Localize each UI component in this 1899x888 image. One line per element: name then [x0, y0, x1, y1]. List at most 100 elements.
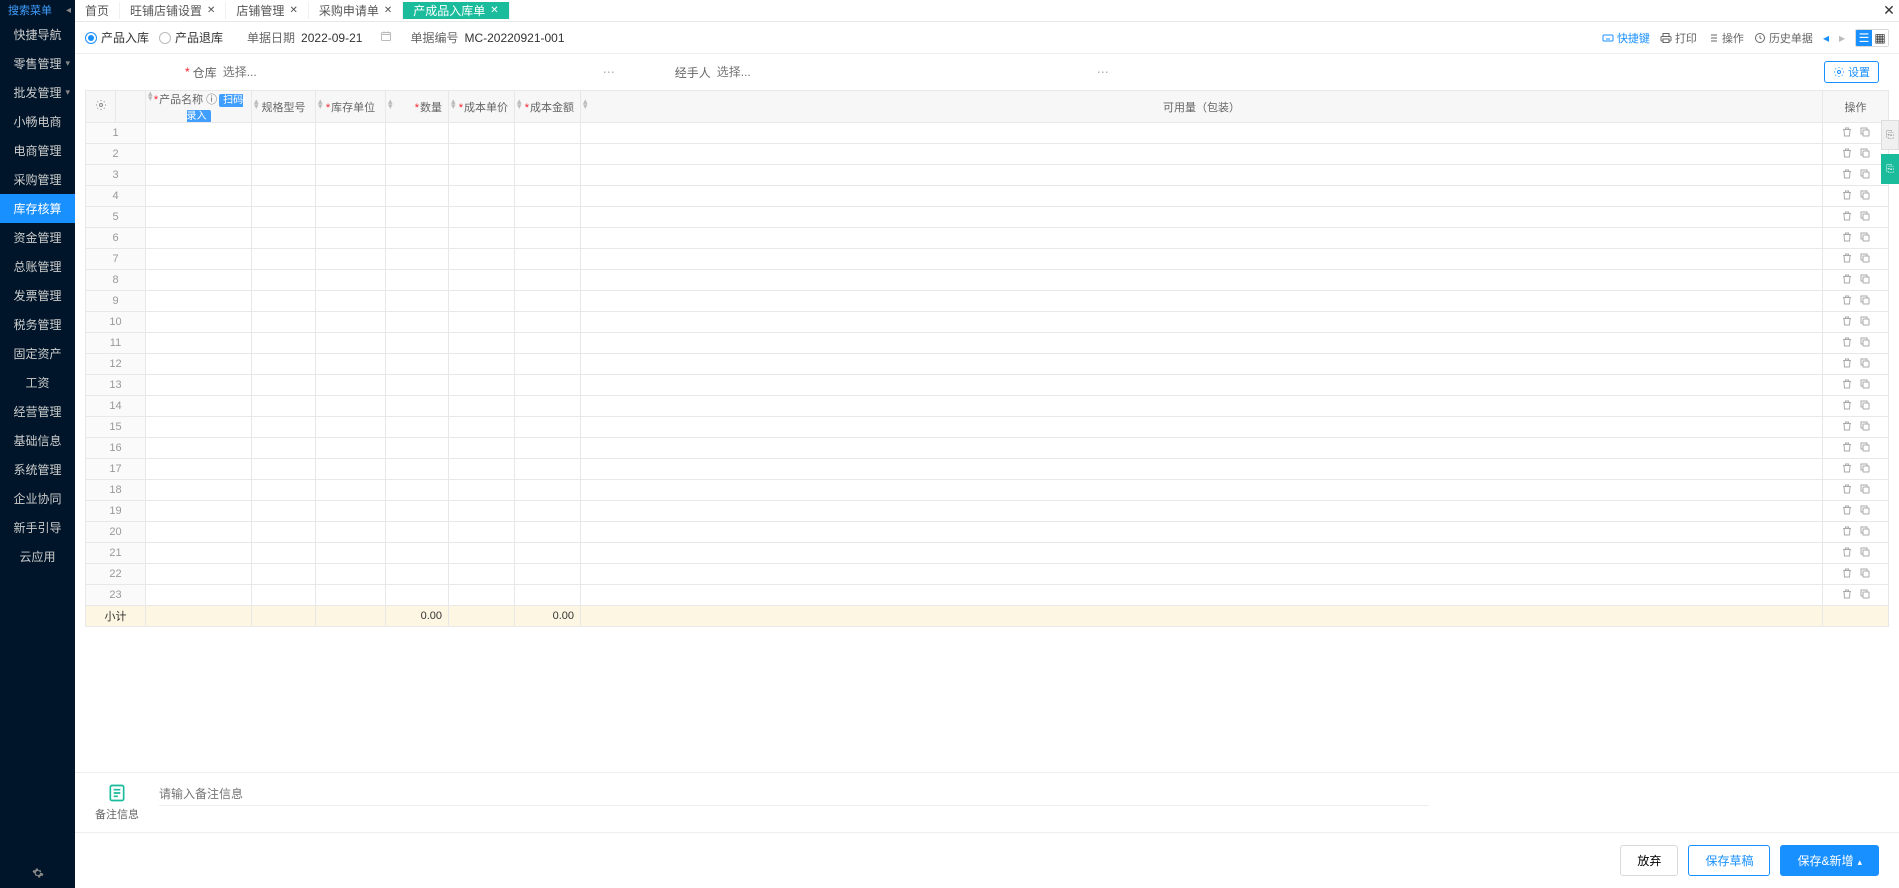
sidebar-item-8[interactable]: 总账管理	[0, 252, 75, 281]
shortcut-link[interactable]: 快捷键	[1602, 30, 1650, 46]
delete-row-icon[interactable]	[1841, 549, 1853, 561]
copy-row-icon[interactable]	[1859, 192, 1871, 204]
delete-row-icon[interactable]	[1841, 213, 1853, 225]
table-row[interactable]: 7	[86, 249, 1889, 270]
view-grid-icon[interactable]: ▦	[1872, 30, 1888, 46]
handler-more-icon[interactable]: ⋯	[1097, 65, 1109, 79]
copy-row-icon[interactable]	[1859, 444, 1871, 456]
col-available[interactable]: ▴▾可用量（包装）	[581, 91, 1823, 123]
table-row[interactable]: 6	[86, 228, 1889, 249]
table-row[interactable]: 23	[86, 585, 1889, 606]
delete-row-icon[interactable]	[1841, 486, 1853, 498]
table-row[interactable]: 3	[86, 165, 1889, 186]
sidebar-item-5[interactable]: 采购管理	[0, 165, 75, 194]
close-icon[interactable]: ✕	[490, 5, 498, 16]
table-row[interactable]: 2	[86, 144, 1889, 165]
warehouse-more-icon[interactable]: ⋯	[603, 65, 615, 79]
next-doc-icon[interactable]: ▸	[1839, 31, 1845, 45]
sidebar-item-0[interactable]: 快捷导航	[0, 20, 75, 49]
column-settings-button[interactable]: 设置	[1824, 61, 1879, 83]
col-config[interactable]	[86, 91, 116, 123]
delete-row-icon[interactable]	[1841, 528, 1853, 540]
copy-row-icon[interactable]	[1859, 171, 1871, 183]
tab-4[interactable]: 产成品入库单✕	[403, 2, 509, 19]
delete-row-icon[interactable]	[1841, 339, 1853, 351]
copy-row-icon[interactable]	[1859, 129, 1871, 141]
sidebar-item-4[interactable]: 电商管理	[0, 136, 75, 165]
tab-1[interactable]: 旺铺店铺设置✕	[120, 2, 226, 19]
table-row[interactable]: 15	[86, 417, 1889, 438]
sidebar-item-12[interactable]: 工资	[0, 368, 75, 397]
delete-row-icon[interactable]	[1841, 507, 1853, 519]
sidebar-item-2[interactable]: 批发管理▾	[0, 78, 75, 107]
tab-3[interactable]: 采购申请单✕	[309, 2, 403, 19]
delete-row-icon[interactable]	[1841, 360, 1853, 372]
copy-row-icon[interactable]	[1859, 234, 1871, 246]
delete-row-icon[interactable]	[1841, 444, 1853, 456]
copy-row-icon[interactable]	[1859, 528, 1871, 540]
sidebar-search[interactable]: 搜索菜单 ◂	[0, 0, 75, 20]
save-and-new-button[interactable]: 保存&新增▴	[1780, 845, 1879, 876]
save-draft-button[interactable]: 保存草稿	[1688, 845, 1770, 876]
handler-select[interactable]	[717, 65, 1097, 79]
copy-row-icon[interactable]	[1859, 423, 1871, 435]
close-all-tabs-icon[interactable]: ✕	[1879, 2, 1899, 19]
delete-row-icon[interactable]	[1841, 234, 1853, 246]
copy-row-icon[interactable]	[1859, 297, 1871, 309]
sidebar-item-18[interactable]: 云应用	[0, 542, 75, 571]
table-row[interactable]: 20	[86, 522, 1889, 543]
print-link[interactable]: 打印	[1660, 30, 1697, 46]
delete-row-icon[interactable]	[1841, 255, 1853, 267]
sidebar-item-3[interactable]: 小畅电商	[0, 107, 75, 136]
operate-link[interactable]: 操作	[1707, 30, 1744, 46]
table-row[interactable]: 14	[86, 396, 1889, 417]
sidebar-item-16[interactable]: 企业协同	[0, 484, 75, 513]
copy-row-icon[interactable]	[1859, 150, 1871, 162]
sidebar-item-11[interactable]: 固定资产	[0, 339, 75, 368]
copy-row-icon[interactable]	[1859, 255, 1871, 267]
delete-row-icon[interactable]	[1841, 150, 1853, 162]
copy-row-icon[interactable]	[1859, 465, 1871, 477]
sidebar-item-17[interactable]: 新手引导	[0, 513, 75, 542]
delete-row-icon[interactable]	[1841, 129, 1853, 141]
delete-row-icon[interactable]	[1841, 570, 1853, 582]
table-row[interactable]: 12	[86, 354, 1889, 375]
copy-row-icon[interactable]	[1859, 381, 1871, 393]
table-row[interactable]: 18	[86, 480, 1889, 501]
rail-btn-2[interactable]: ⎘	[1881, 154, 1899, 184]
rail-btn-1[interactable]: ⎘	[1881, 120, 1899, 150]
delete-row-icon[interactable]	[1841, 465, 1853, 477]
col-qty[interactable]: ▴▾*数量	[386, 91, 449, 123]
col-cost-price[interactable]: ▴▾*成本单价	[449, 91, 515, 123]
sidebar-item-9[interactable]: 发票管理	[0, 281, 75, 310]
sidebar-collapse-icon[interactable]: ◂	[66, 5, 71, 16]
delete-row-icon[interactable]	[1841, 192, 1853, 204]
remark-input[interactable]	[159, 783, 1429, 806]
col-spec[interactable]: ▴▾规格型号	[252, 91, 316, 123]
close-icon[interactable]: ✕	[289, 5, 297, 16]
date-value[interactable]: 2022-09-21	[301, 31, 362, 45]
discard-button[interactable]: 放弃	[1620, 845, 1678, 876]
delete-row-icon[interactable]	[1841, 297, 1853, 309]
table-row[interactable]: 9	[86, 291, 1889, 312]
copy-row-icon[interactable]	[1859, 507, 1871, 519]
calendar-icon[interactable]	[380, 30, 392, 45]
col-product-name[interactable]: ▴▾*产品名称 ⓘ扫码录入	[146, 91, 252, 123]
col-unit[interactable]: ▴▾*库存单位	[316, 91, 386, 123]
copy-row-icon[interactable]	[1859, 591, 1871, 603]
sidebar-item-7[interactable]: 资金管理	[0, 223, 75, 252]
table-row[interactable]: 5	[86, 207, 1889, 228]
table-row[interactable]: 21	[86, 543, 1889, 564]
copy-row-icon[interactable]	[1859, 486, 1871, 498]
radio-1[interactable]: 产品退库	[159, 29, 223, 46]
sidebar-item-6[interactable]: 库存核算	[0, 194, 75, 223]
copy-row-icon[interactable]	[1859, 276, 1871, 288]
sidebar-item-15[interactable]: 系统管理	[0, 455, 75, 484]
copy-row-icon[interactable]	[1859, 570, 1871, 582]
sidebar-item-13[interactable]: 经营管理	[0, 397, 75, 426]
table-row[interactable]: 8	[86, 270, 1889, 291]
close-icon[interactable]: ✕	[207, 5, 215, 16]
delete-row-icon[interactable]	[1841, 318, 1853, 330]
delete-row-icon[interactable]	[1841, 276, 1853, 288]
table-row[interactable]: 22	[86, 564, 1889, 585]
